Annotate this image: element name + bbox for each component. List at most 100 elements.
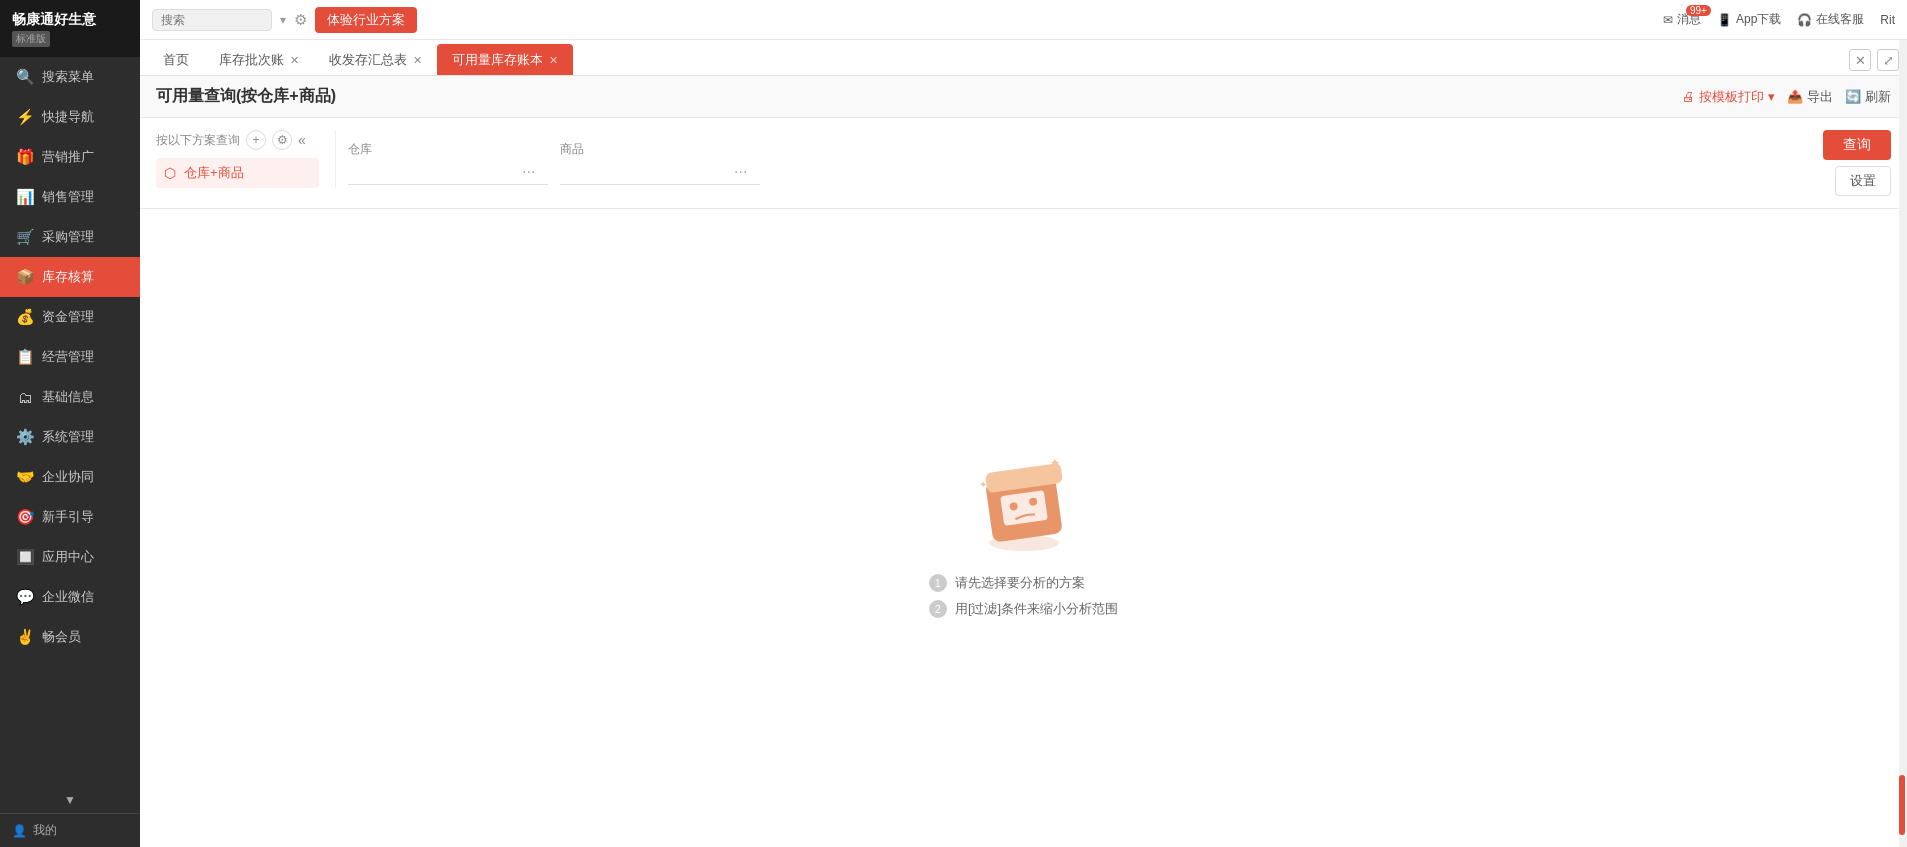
page-title: 可用量查询(按仓库+商品) xyxy=(156,86,336,107)
product-input-wrapper: ··· xyxy=(560,160,760,185)
print-icon: 🖨 xyxy=(1682,89,1695,104)
tab-available[interactable]: 可用量库存账本 ✕ xyxy=(437,44,573,75)
sidebar-item-operation[interactable]: 📋 经营管理 xyxy=(0,337,140,377)
sidebar-item-label: 营销推广 xyxy=(42,148,94,166)
tab-batch[interactable]: 库存批次账 ✕ xyxy=(204,44,314,75)
gift-icon: 🎁 xyxy=(16,148,34,166)
empty-svg-illustration: ✦ ✦ xyxy=(964,438,1084,558)
scheme-label-text: 按以下方案查询 xyxy=(156,132,240,149)
filter-right: 仓库 ··· 商品 ··· 查询 设置 xyxy=(348,130,1891,196)
add-scheme-button[interactable]: + xyxy=(246,130,266,150)
sidebar-item-purchase[interactable]: 🛒 采购管理 xyxy=(0,217,140,257)
gear-icon: ⚙️ xyxy=(16,428,34,446)
tab-batch-label: 库存批次账 xyxy=(219,51,284,69)
refresh-button[interactable]: 🔄 刷新 xyxy=(1845,88,1891,106)
sidebar-item-search[interactable]: 🔍 搜索菜单 xyxy=(0,57,140,97)
sidebar-item-label: 销售管理 xyxy=(42,188,94,206)
empty-state: ✦ ✦ 1 请先选择要分析的方案 2 用[过滤]条件来缩小分析范围 xyxy=(140,209,1907,847)
sidebar-item-label: 企业协同 xyxy=(42,468,94,486)
app-download-button[interactable]: 📱 App下载 xyxy=(1717,11,1781,28)
dropdown-icon[interactable]: ▾ xyxy=(280,13,286,27)
sidebar-item-apps[interactable]: 🔲 应用中心 xyxy=(0,537,140,577)
sidebar-scroll-down[interactable]: ▼ xyxy=(0,787,140,813)
expand-tab-button[interactable]: ⤢ xyxy=(1877,49,1899,71)
query-button[interactable]: 查询 xyxy=(1823,130,1891,160)
print-dropdown-icon: ▾ xyxy=(1768,89,1775,104)
sidebar-item-label: 快捷导航 xyxy=(42,108,94,126)
sidebar-item-label: 资金管理 xyxy=(42,308,94,326)
sidebar-item-sales[interactable]: 📊 销售管理 xyxy=(0,177,140,217)
sidebar-item-shortcut[interactable]: ⚡ 快捷导航 xyxy=(0,97,140,137)
tabs-controls: ✕ ⤢ xyxy=(1849,49,1899,75)
chart-icon: 📊 xyxy=(16,188,34,206)
empty-tip-1: 1 请先选择要分析的方案 xyxy=(929,574,1118,592)
product-more-button[interactable]: ··· xyxy=(730,163,751,181)
print-button[interactable]: 🖨 按模板打印 ▾ xyxy=(1682,88,1775,106)
sidebar-item-label: 企业微信 xyxy=(42,588,94,606)
box-icon: 📦 xyxy=(16,268,34,286)
filter-settings-button[interactable]: 设置 xyxy=(1835,166,1891,196)
tab-batch-close[interactable]: ✕ xyxy=(290,54,299,67)
page-header: 可用量查询(按仓库+商品) 🖨 按模板打印 ▾ 📤 导出 🔄 刷新 xyxy=(140,76,1907,118)
sidebar-item-cooperation[interactable]: 🤝 企业协同 xyxy=(0,457,140,497)
product-input[interactable] xyxy=(566,165,726,180)
print-label: 按模板打印 xyxy=(1699,88,1764,106)
page-content: 可用量查询(按仓库+商品) 🖨 按模板打印 ▾ 📤 导出 🔄 刷新 xyxy=(140,76,1907,847)
collapse-filter-button[interactable]: « xyxy=(298,132,306,148)
warehouse-input[interactable] xyxy=(354,165,514,180)
topbar-gear-icon[interactable]: ⚙ xyxy=(294,11,307,29)
tab-home[interactable]: 首页 xyxy=(148,44,204,75)
sidebar-item-label: 库存核算 xyxy=(42,268,94,286)
sidebar: 畅康通好生意 标准版 🔍 搜索菜单 ⚡ 快捷导航 🎁 营销推广 📊 销售管理 🛒… xyxy=(0,0,140,847)
filter-left: 按以下方案查询 + ⚙ « ⬡ 仓库+商品 xyxy=(156,130,336,188)
username-label[interactable]: Rit xyxy=(1880,13,1895,27)
topbar-right: ✉ 消息 99+ 📱 App下载 🎧 在线客服 Rit xyxy=(1663,11,1895,28)
topbar-search-input[interactable] xyxy=(152,9,272,31)
message-button[interactable]: ✉ 消息 99+ xyxy=(1663,11,1701,28)
tab-home-label: 首页 xyxy=(163,51,189,69)
sidebar-item-marketing[interactable]: 🎁 营销推广 xyxy=(0,137,140,177)
settings-scheme-button[interactable]: ⚙ xyxy=(272,130,292,150)
warehouse-label: 仓库 xyxy=(348,141,548,158)
sidebar-item-finance[interactable]: 💰 资金管理 xyxy=(0,297,140,337)
tab-summary-label: 收发存汇总表 xyxy=(329,51,407,69)
phone-icon: 📱 xyxy=(1717,13,1732,27)
sidebar-item-member[interactable]: ✌️ 畅会员 xyxy=(0,617,140,657)
sidebar-item-label: 搜索菜单 xyxy=(42,68,94,86)
refresh-label: 刷新 xyxy=(1865,88,1891,106)
scrollbar-thumb xyxy=(1899,775,1905,835)
right-scrollbar xyxy=(1899,40,1907,847)
cart-icon: 🛒 xyxy=(16,228,34,246)
trial-button[interactable]: 体验行业方案 xyxy=(315,7,417,33)
topbar: ▾ ⚙ 体验行业方案 ✉ 消息 99+ 📱 App下载 🎧 在线客服 Rit xyxy=(140,0,1907,40)
apps-icon: 🔲 xyxy=(16,548,34,566)
empty-tip-2-text: 用[过滤]条件来缩小分析范围 xyxy=(955,600,1118,618)
tab-summary-close[interactable]: ✕ xyxy=(413,54,422,67)
app-version: 标准版 xyxy=(12,31,50,47)
export-icon: 📤 xyxy=(1787,89,1803,104)
tab-available-close[interactable]: ✕ xyxy=(549,54,558,67)
step-2-icon: 2 xyxy=(929,600,947,618)
tab-available-label: 可用量库存账本 xyxy=(452,51,543,69)
sidebar-bottom-label: 我的 xyxy=(33,822,57,839)
svg-text:✦: ✦ xyxy=(1049,455,1061,471)
sidebar-user-bottom[interactable]: 👤 我的 xyxy=(0,813,140,847)
product-field: 商品 ··· xyxy=(560,141,760,185)
scheme-item-warehouse-product[interactable]: ⬡ 仓库+商品 xyxy=(156,158,319,188)
money-icon: 💰 xyxy=(16,308,34,326)
service-button[interactable]: 🎧 在线客服 xyxy=(1797,11,1864,28)
sidebar-item-wechat[interactable]: 💬 企业微信 xyxy=(0,577,140,617)
sidebar-item-basic[interactable]: 🗂 基础信息 xyxy=(0,377,140,417)
tabs-bar: 首页 库存批次账 ✕ 收发存汇总表 ✕ 可用量库存账本 ✕ ✕ ⤢ xyxy=(140,40,1907,76)
sidebar-item-label: 经营管理 xyxy=(42,348,94,366)
export-button[interactable]: 📤 导出 xyxy=(1787,88,1833,106)
sidebar-item-label: 畅会员 xyxy=(42,628,81,646)
sidebar-item-inventory[interactable]: 📦 库存核算 xyxy=(0,257,140,297)
close-all-tabs-button[interactable]: ✕ xyxy=(1849,49,1871,71)
tab-summary[interactable]: 收发存汇总表 ✕ xyxy=(314,44,437,75)
warehouse-more-button[interactable]: ··· xyxy=(518,163,539,181)
svg-rect-3 xyxy=(1000,490,1048,526)
sidebar-item-system[interactable]: ⚙️ 系统管理 xyxy=(0,417,140,457)
search-icon: 🔍 xyxy=(16,68,34,86)
sidebar-item-newbie[interactable]: 🎯 新手引导 xyxy=(0,497,140,537)
